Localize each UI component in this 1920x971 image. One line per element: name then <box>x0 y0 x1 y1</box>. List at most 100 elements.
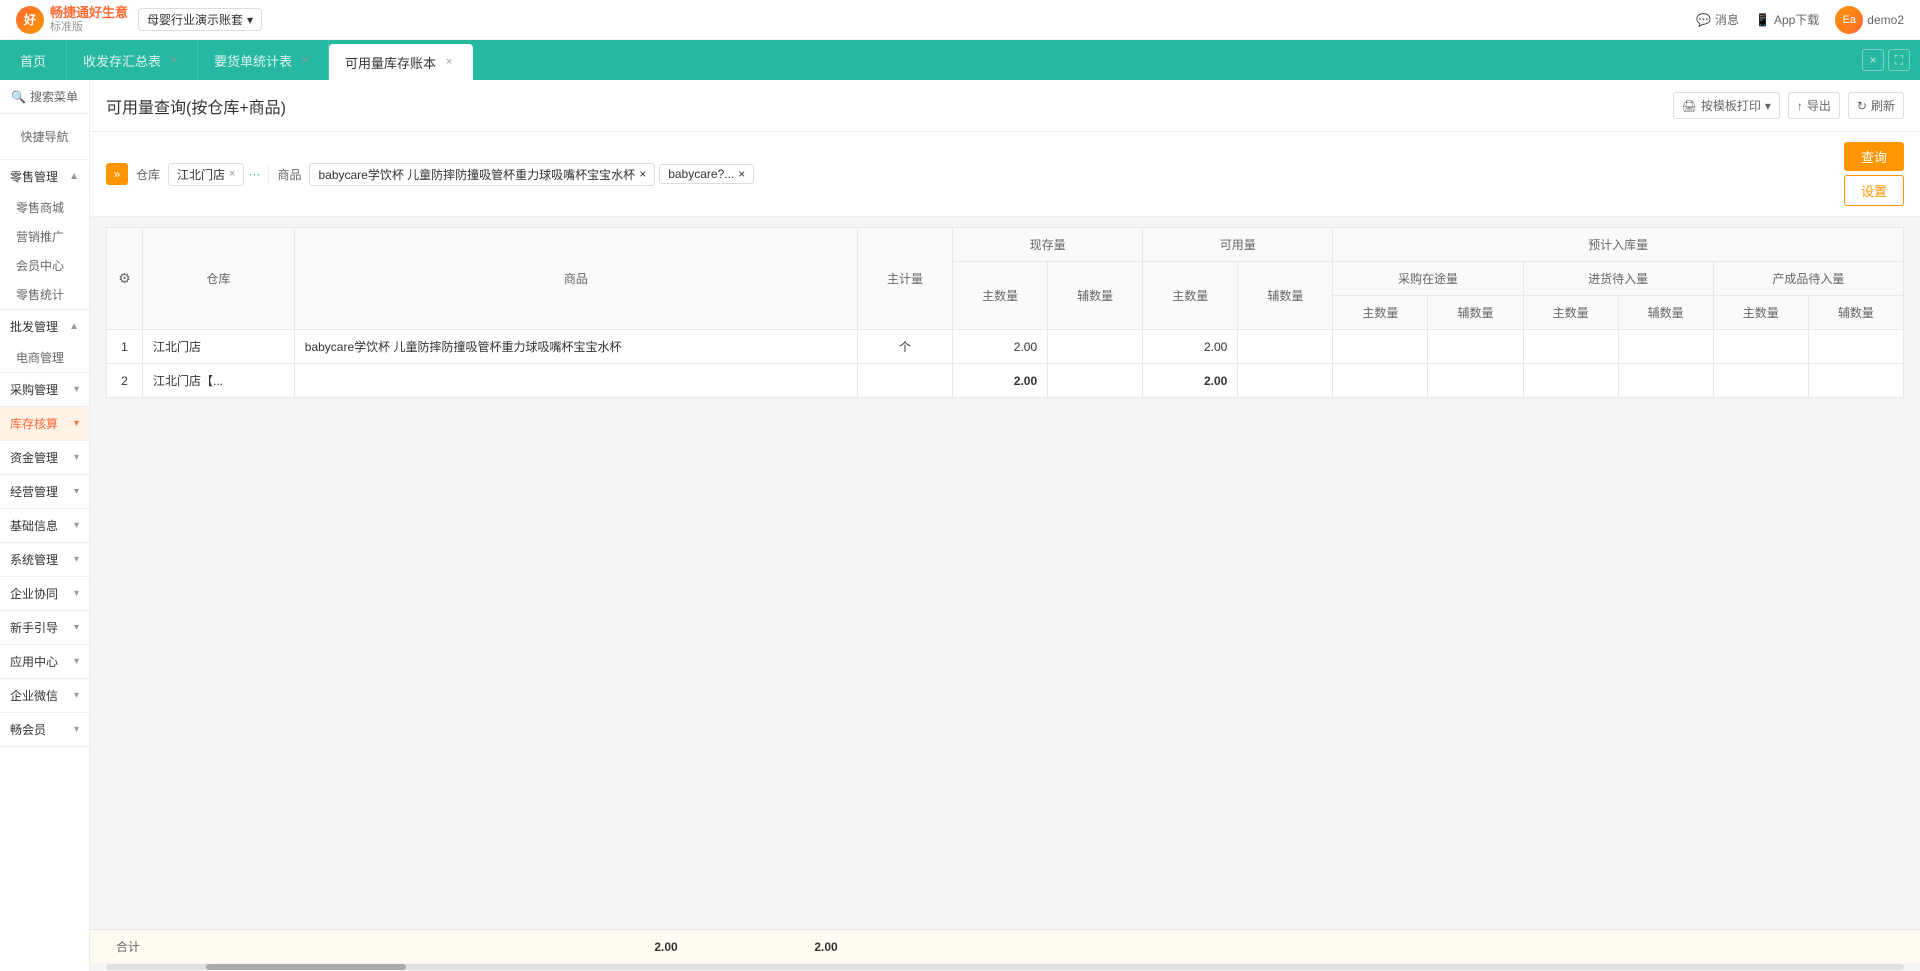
warehouse-label: 仓库 <box>136 166 160 183</box>
print-template-btn[interactable]: 🖨 按模板打印 ▾ <box>1673 92 1780 119</box>
row2-index: 2 <box>107 364 143 398</box>
wechat-label: 企业微信 <box>10 687 58 704</box>
inventory-label: 库存核算 <box>10 415 58 432</box>
warehouse-filter-tags: 江北门店 × ··· <box>168 163 260 186</box>
appstore-section-header[interactable]: 应用中心 ▾ <box>0 645 89 678</box>
th-main-unit: 主计量 <box>857 228 952 330</box>
product-tag-2-close[interactable]: × <box>738 167 745 181</box>
row2-incoming-main <box>1523 364 1618 398</box>
fullscreen-btn[interactable]: ⛶ <box>1888 49 1910 71</box>
row2-avail-main: 2.00 <box>1143 364 1238 398</box>
tab-available-inventory[interactable]: 可用量库存账本 × <box>329 44 473 80</box>
sidebar-item-retail-stats[interactable]: 零售统计 <box>0 280 89 309</box>
tab-available-inventory-label: 可用量库存账本 <box>345 53 436 72</box>
print-template-label: 按模板打印 <box>1701 97 1761 114</box>
tab-receipt-summary[interactable]: 收发存汇总表 × <box>67 40 198 80</box>
th-current-stock: 现存量 <box>953 228 1143 262</box>
data-table: ⚙ 仓库 商品 主计量 现存量 可用量 预计入库量 主数量 辅数量 主数量 辅数… <box>106 227 1904 398</box>
row1-stock-aux <box>1048 330 1143 364</box>
warehouse-tag-close[interactable]: × <box>229 168 235 180</box>
system-arrow: ▾ <box>74 554 79 565</box>
settings-btn[interactable]: 设置 <box>1844 175 1904 206</box>
purchase-section-header[interactable]: 采购管理 ▾ <box>0 373 89 406</box>
row1-unit: 个 <box>857 330 952 364</box>
product-tag-2[interactable]: babycare?... × <box>659 164 754 184</box>
logo-text: 畅捷通好生意 标准版 <box>50 5 128 34</box>
tab-receipt-summary-close[interactable]: × <box>167 53 181 67</box>
export-btn[interactable]: ↑ 导出 <box>1788 92 1840 119</box>
summary-label: 合计 <box>106 938 566 955</box>
tab-order-stats-close[interactable]: × <box>298 53 312 67</box>
th-incoming-aux: 辅数量 <box>1618 296 1713 330</box>
wholesale-arrow: ▲ <box>69 321 79 332</box>
product-tag-1[interactable]: babycare学饮杯 儿童防摔防撞吸管杯重力球吸嘴杯宝宝水杯 × <box>309 163 655 186</box>
sidebar-item-retail-mall[interactable]: 零售商城 <box>0 193 89 222</box>
sidebar-nav: 快捷导航 <box>0 114 89 160</box>
app-download-label: App下载 <box>1774 11 1819 28</box>
industry-select[interactable]: 母婴行业演示账套 ▾ <box>138 8 262 31</box>
finance-section-header[interactable]: 资金管理 ▾ <box>0 441 89 474</box>
operations-section-header[interactable]: 经营管理 ▾ <box>0 475 89 508</box>
tab-available-inventory-close[interactable]: × <box>442 55 456 69</box>
tab-home-label: 首页 <box>20 51 46 70</box>
sidebar-section-system: 系统管理 ▾ <box>0 543 89 577</box>
scroll-bar-thumb[interactable] <box>206 964 406 970</box>
row2-production-aux <box>1808 364 1903 398</box>
th-settings[interactable]: ⚙ <box>107 228 143 330</box>
filter-divider <box>268 164 269 184</box>
inventory-section-header[interactable]: 库存核算 ▾ <box>0 407 89 440</box>
tab-receipt-summary-label: 收发存汇总表 <box>83 51 161 70</box>
vip-label: 畅会员 <box>10 721 46 738</box>
finance-label: 资金管理 <box>10 449 58 466</box>
warehouse-tag-text: 江北门店 <box>177 166 225 183</box>
search-menu-btn[interactable]: 🔍 搜索菜单 <box>11 88 78 105</box>
product-tag-1-text: babycare学饮杯 儿童防摔防撞吸管杯重力球吸嘴杯宝宝水杯 <box>318 166 635 183</box>
basic-label: 基础信息 <box>10 517 58 534</box>
warehouse-more-btn[interactable]: ··· <box>248 167 260 181</box>
row2-incoming-aux <box>1618 364 1713 398</box>
logo-main-text: 畅捷通好生意 <box>50 5 128 21</box>
row1-incoming-aux <box>1618 330 1713 364</box>
user-menu[interactable]: Ea demo2 <box>1835 6 1904 34</box>
row2-production-main <box>1713 364 1808 398</box>
th-incoming-main: 主数量 <box>1523 296 1618 330</box>
wholesale-section-header[interactable]: 批发管理 ▲ <box>0 310 89 343</box>
th-production: 产成品待入量 <box>1713 262 1903 296</box>
wechat-section-header[interactable]: 企业微信 ▾ <box>0 679 89 712</box>
tab-order-stats[interactable]: 要货单统计表 × <box>198 40 329 80</box>
close-all-btn[interactable]: × <box>1862 49 1884 71</box>
scroll-bar-track[interactable] <box>106 964 1904 970</box>
refresh-icon: ↻ <box>1857 99 1867 113</box>
sidebar-item-ecommerce[interactable]: 电商管理 <box>0 343 89 372</box>
th-purchase-onway: 采购在途量 <box>1333 262 1523 296</box>
expand-filter-btn[interactable]: » <box>106 163 128 185</box>
sidebar-quick-nav[interactable]: 快捷导航 <box>0 122 89 151</box>
system-section-header[interactable]: 系统管理 ▾ <box>0 543 89 576</box>
refresh-btn[interactable]: ↻ 刷新 <box>1848 92 1904 119</box>
th-stock-main: 主数量 <box>953 262 1048 330</box>
nav-tabs: 首页 收发存汇总表 × 要货单统计表 × 可用量库存账本 × × ⛶ <box>0 40 1920 80</box>
vip-section-header[interactable]: 畅会员 ▾ <box>0 713 89 746</box>
sidebar-item-member[interactable]: 会员中心 <box>0 251 89 280</box>
nav-tab-actions: × ⛶ <box>1852 40 1920 80</box>
retail-section-header[interactable]: 零售管理 ▲ <box>0 160 89 193</box>
row2-unit <box>857 364 952 398</box>
basic-section-header[interactable]: 基础信息 ▾ <box>0 509 89 542</box>
newbie-section-header[interactable]: 新手引导 ▾ <box>0 611 89 644</box>
row2-purchase-onway-aux <box>1428 364 1523 398</box>
warehouse-tag[interactable]: 江北门店 × <box>168 163 244 186</box>
tab-home[interactable]: 首页 <box>0 40 67 80</box>
enterprise-section-header[interactable]: 企业协同 ▾ <box>0 577 89 610</box>
breadcrumb-tag: 标准版 <box>50 21 128 34</box>
sidebar-search[interactable]: 🔍 搜索菜单 <box>0 80 89 114</box>
sidebar-item-marketing[interactable]: 营销推广 <box>0 222 89 251</box>
product-tag-1-close[interactable]: × <box>639 167 646 181</box>
query-btn[interactable]: 查询 <box>1844 142 1904 171</box>
th-expected-in: 预计入库量 <box>1333 228 1904 262</box>
message-btn[interactable]: 💬 消息 <box>1696 11 1739 28</box>
filter-btn-group: 查询 设置 <box>1844 142 1904 206</box>
row2-product <box>294 364 857 398</box>
app-download-btn[interactable]: 📱 App下载 <box>1755 11 1819 28</box>
industry-label: 母婴行业演示账套 <box>147 11 243 28</box>
sidebar-section-retail: 零售管理 ▲ 零售商城 营销推广 会员中心 零售统计 <box>0 160 89 310</box>
